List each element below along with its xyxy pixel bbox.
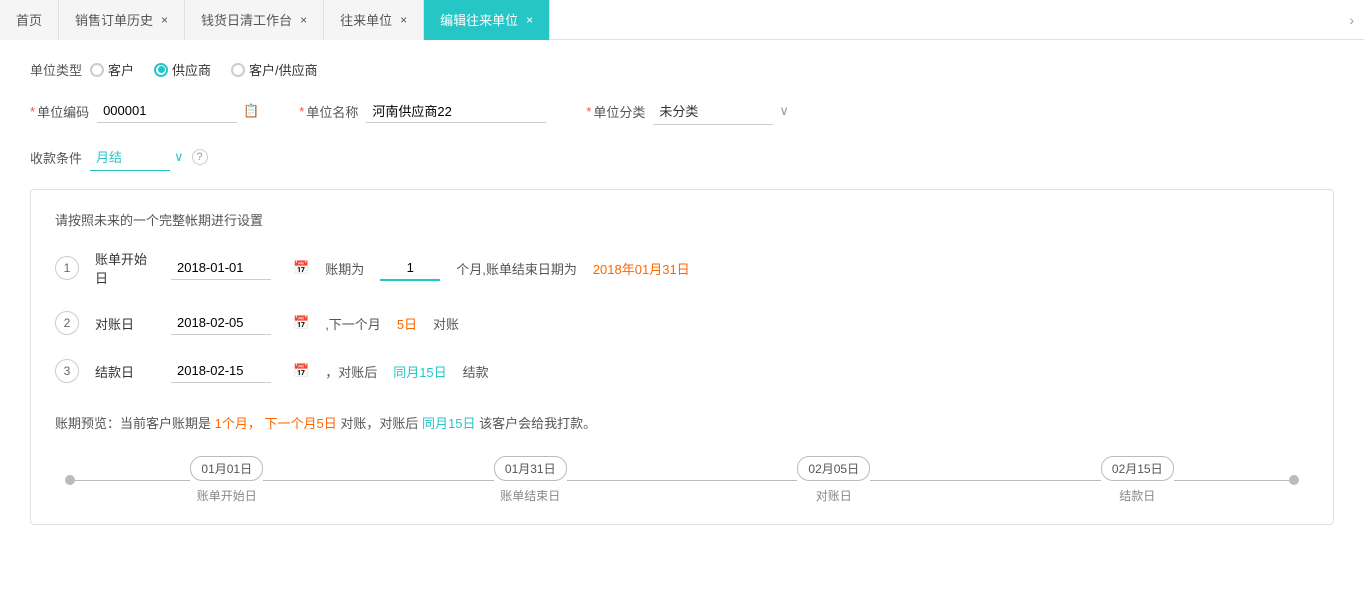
end-date-highlight: 2018年01月31日 — [593, 259, 690, 278]
row-num-2: 2 — [55, 311, 79, 335]
tabs-bar: 首页 销售订单历史 × 钱货日清工作台 × 往来单位 × 编辑往来单位 × › — [0, 0, 1364, 40]
timeline-badge-1: 01月01日 — [190, 456, 263, 481]
tab-cash-work[interactable]: 钱货日清工作台 × — [185, 0, 324, 40]
tab-close-icon[interactable]: × — [300, 14, 307, 26]
preview-end: 该客户会给我打款。 — [479, 416, 596, 431]
timeline-caption-2: 账单结束日 — [500, 487, 560, 504]
unit-code-label: 单位编码 — [37, 102, 89, 121]
timeline-line-5 — [1174, 480, 1289, 481]
timeline-line-1 — [75, 480, 190, 481]
tab-edit-unit[interactable]: 编辑往来单位 × — [424, 0, 550, 40]
period-input[interactable] — [380, 256, 440, 281]
radio-supplier[interactable]: 供应商 — [154, 60, 211, 79]
timeline-node-3: 02月05日 对账日 — [797, 456, 870, 504]
preview-part2: 下一个月5日 — [265, 416, 337, 431]
timeline-dot-start — [65, 475, 75, 485]
timeline-line-3 — [567, 480, 798, 481]
radio-both[interactable]: 客户/供应商 — [231, 60, 318, 79]
unit-info-row: * 单位编码 📋 * 单位名称 * 单位分类 未分类 ∨ — [30, 97, 1334, 125]
radio-circle-both — [231, 63, 245, 77]
start-date-input[interactable] — [171, 256, 271, 280]
payment-value: 月结 — [90, 143, 170, 171]
row-num-1: 1 — [55, 256, 79, 280]
row-label-1: 账单开始日 — [95, 249, 155, 287]
preview-part1: 1个月， — [215, 416, 261, 431]
timeline-caption-4: 结款日 — [1119, 487, 1155, 504]
preview-part3: 同月15日 — [422, 416, 475, 431]
unit-code-group: * 单位编码 📋 — [30, 99, 259, 123]
tab-close-icon[interactable]: × — [161, 14, 168, 26]
unit-name-group: * 单位名称 — [299, 99, 546, 123]
timeline-node-2: 01月31日 账单结束日 — [494, 456, 567, 504]
tab-close-icon[interactable]: × — [400, 14, 407, 26]
calendar-icon-1[interactable]: 📅 — [293, 260, 309, 276]
help-icon[interactable]: ? — [192, 149, 208, 165]
timeline-line-4 — [870, 480, 1101, 481]
timeline-dot-end — [1289, 475, 1299, 485]
tab-sales-history[interactable]: 销售订单历史 × — [59, 0, 185, 40]
unit-type-radio-group: 客户 供应商 客户/供应商 — [90, 60, 318, 79]
preview-label: 账期预览：当前客户账期是 — [55, 416, 211, 431]
settings-card: 请按照未来的一个完整帐期进行设置 1 账单开始日 📅 账期为 个月,账单结束日期… — [30, 189, 1334, 525]
timeline-line-2 — [263, 480, 494, 481]
calendar-icon-2[interactable]: 📅 — [293, 315, 309, 331]
timeline-badge-4: 02月15日 — [1101, 456, 1174, 481]
tab-home[interactable]: 首页 — [0, 0, 59, 40]
tab-unit[interactable]: 往来单位 × — [324, 0, 424, 40]
row-suffix-before-2: ,下一个月 — [325, 314, 381, 333]
row-suffix-after-3: 结款 — [463, 362, 489, 381]
copy-icon[interactable]: 📋 — [243, 103, 259, 119]
timeline-node-4: 02月15日 结款日 — [1101, 456, 1174, 504]
preview-mid: 对账，对账后 — [340, 416, 418, 431]
unit-name-input[interactable] — [366, 99, 546, 123]
row-label-2: 对账日 — [95, 314, 155, 333]
row-suffix-before-1: 账期为 — [325, 259, 364, 278]
timeline: 01月01日 账单开始日 01月31日 账单结束日 02月05日 对账日 02月… — [55, 456, 1309, 504]
radio-customer[interactable]: 客户 — [90, 60, 134, 79]
row-label-3: 结款日 — [95, 362, 155, 381]
unit-category-group: * 单位分类 未分类 ∨ — [586, 97, 789, 125]
unit-name-label: 单位名称 — [306, 102, 358, 121]
preview-text: 账期预览：当前客户账期是 1个月， 下一个月5日 对账，对账后 同月15日 该客… — [55, 407, 1309, 432]
timeline-node-1: 01月01日 账单开始日 — [190, 456, 263, 504]
setting-row-1: 1 账单开始日 📅 账期为 个月,账单结束日期为 2018年01月31日 — [55, 249, 1309, 287]
payment-date-input[interactable] — [171, 359, 271, 383]
required-star: * — [586, 104, 591, 119]
card-instruction: 请按照未来的一个完整帐期进行设置 — [55, 210, 1309, 229]
timeline-badge-2: 01月31日 — [494, 456, 567, 481]
unit-type-label: 单位类型 — [30, 60, 82, 79]
unit-category-value: 未分类 — [653, 97, 773, 125]
required-star: * — [30, 104, 35, 119]
row-day-highlight-3: 同月15日 — [393, 362, 446, 381]
tab-close-icon[interactable]: × — [526, 14, 533, 26]
main-content: 单位类型 客户 供应商 客户/供应商 * 单位编码 📋 * 单位名称 — [0, 40, 1364, 608]
row-day-highlight-2: 5日 — [397, 314, 417, 333]
tab-scroll-arrow[interactable]: › — [1339, 12, 1364, 28]
chevron-down-icon[interactable]: ∨ — [174, 149, 184, 165]
payment-row: 收款条件 月结 ∨ ? — [30, 143, 1334, 171]
unit-category-label: 单位分类 — [593, 102, 645, 121]
row-suffix-after-2: 对账 — [433, 314, 459, 333]
row-suffix-before-3: ，对账后 — [325, 362, 377, 381]
payment-dropdown[interactable]: 月结 ∨ — [90, 143, 184, 171]
required-star: * — [299, 104, 304, 119]
timeline-badge-3: 02月05日 — [797, 456, 870, 481]
setting-row-2: 2 对账日 📅 ,下一个月 5日 对账 — [55, 311, 1309, 335]
timeline-caption-1: 账单开始日 — [197, 487, 257, 504]
unit-category-select[interactable]: 未分类 ∨ — [653, 97, 789, 125]
calendar-icon-3[interactable]: 📅 — [293, 363, 309, 379]
radio-circle-supplier — [154, 63, 168, 77]
reconcile-date-input[interactable] — [171, 311, 271, 335]
timeline-caption-3: 对账日 — [816, 487, 852, 504]
radio-circle-customer — [90, 63, 104, 77]
setting-row-3: 3 结款日 📅 ，对账后 同月15日 结款 — [55, 359, 1309, 383]
row-num-3: 3 — [55, 359, 79, 383]
row-suffix-after-1: 个月,账单结束日期为 — [456, 259, 577, 278]
payment-label: 收款条件 — [30, 148, 82, 167]
unit-type-row: 单位类型 客户 供应商 客户/供应商 — [30, 60, 1334, 79]
unit-code-input[interactable] — [97, 99, 237, 123]
chevron-down-icon[interactable]: ∨ — [779, 103, 789, 119]
